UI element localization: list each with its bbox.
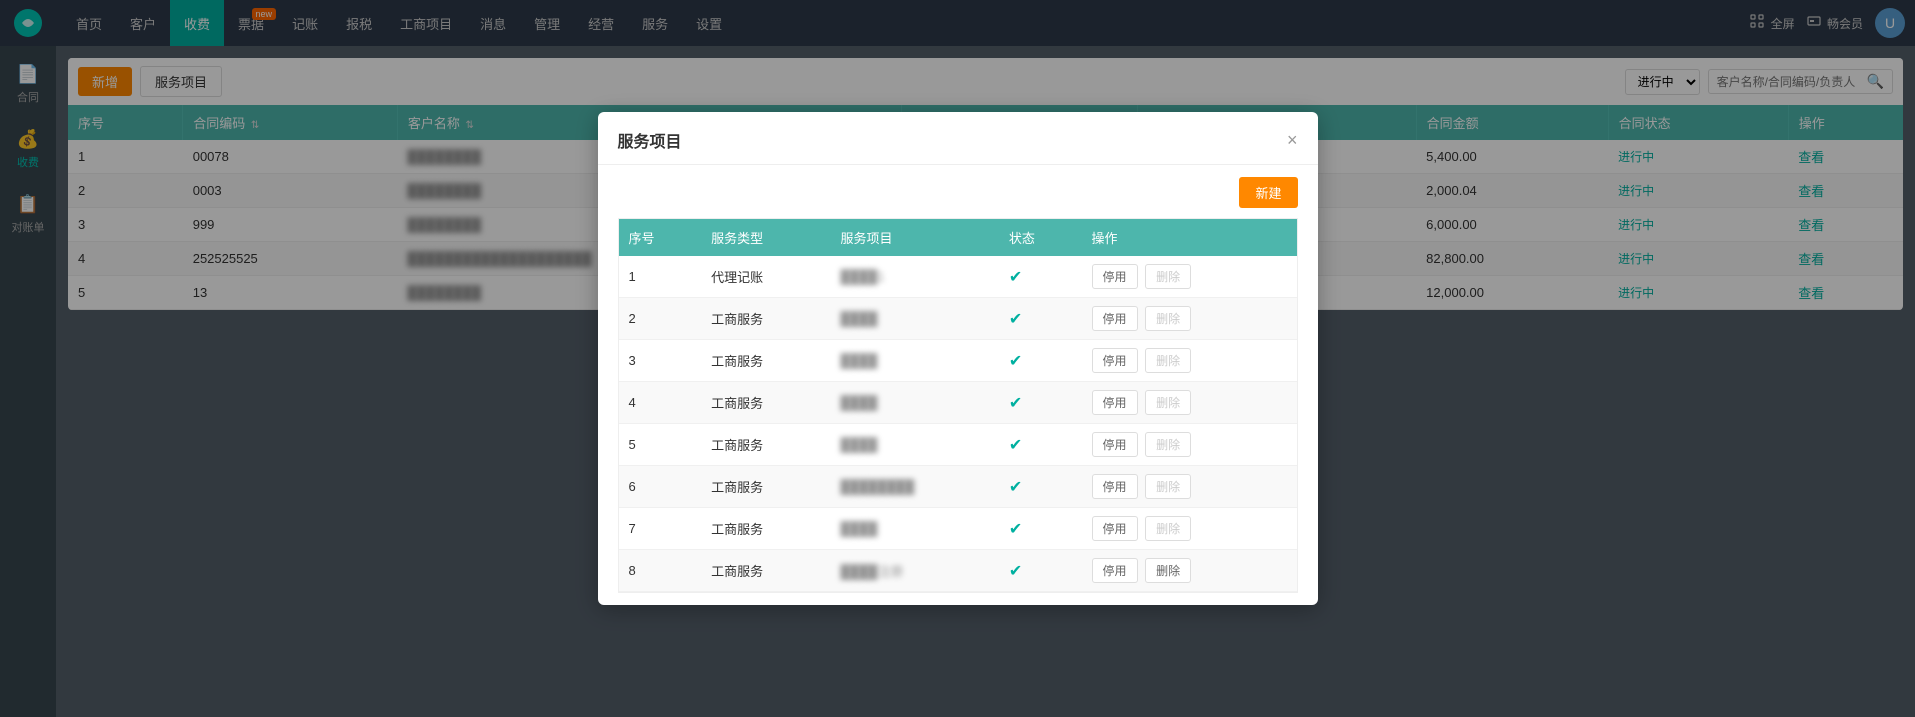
scol-action: 操作 <box>1082 219 1297 256</box>
scell-item: ████注册 <box>831 550 999 592</box>
status-ok-icon: ✔ <box>1009 353 1022 370</box>
scell-seq: 4 <box>619 382 702 424</box>
status-ok-icon: ✔ <box>1009 269 1022 286</box>
scell-item: ████ <box>831 508 999 550</box>
scell-status: ✔ <box>999 466 1082 508</box>
stop-button[interactable]: 停用 <box>1092 348 1138 373</box>
modal-body: 新建 序号 服务类型 服务项目 状态 操作 1 代理记账 <box>598 165 1318 605</box>
service-table-row: 3 工商服务 ████ ✔ 停用 删除 <box>619 340 1297 382</box>
scol-status: 状态 <box>999 219 1082 256</box>
scell-seq: 5 <box>619 424 702 466</box>
modal-toolbar: 新建 <box>618 177 1298 208</box>
stop-button[interactable]: 停用 <box>1092 264 1138 289</box>
service-table: 序号 服务类型 服务项目 状态 操作 1 代理记账 ████1 ✔ 停用 删除 … <box>619 219 1297 592</box>
scell-type: 工商服务 <box>701 508 830 550</box>
scol-seq: 序号 <box>619 219 702 256</box>
modal-overlay[interactable]: 服务项目 × 新建 序号 服务类型 服务项目 状态 操作 <box>0 0 1915 717</box>
scell-seq: 6 <box>619 466 702 508</box>
modal-close-button[interactable]: × <box>1287 131 1298 149</box>
scell-type: 工商服务 <box>701 424 830 466</box>
service-table-row: 4 工商服务 ████ ✔ 停用 删除 <box>619 382 1297 424</box>
delete-button[interactable]: 删除 <box>1145 474 1191 499</box>
scol-item: 服务项目 <box>831 219 999 256</box>
scell-item: ████1 <box>831 256 999 298</box>
service-table-row: 7 工商服务 ████ ✔ 停用 删除 <box>619 508 1297 550</box>
scell-action: 停用 删除 <box>1082 256 1297 298</box>
status-ok-icon: ✔ <box>1009 311 1022 328</box>
scell-status: ✔ <box>999 508 1082 550</box>
stop-button[interactable]: 停用 <box>1092 558 1138 583</box>
scell-action: 停用 删除 <box>1082 424 1297 466</box>
scell-action: 停用 删除 <box>1082 340 1297 382</box>
status-ok-icon: ✔ <box>1009 395 1022 412</box>
scell-item: ████ <box>831 382 999 424</box>
scell-action: 停用 删除 <box>1082 508 1297 550</box>
scell-seq: 1 <box>619 256 702 298</box>
scell-status: ✔ <box>999 382 1082 424</box>
modal-new-button[interactable]: 新建 <box>1239 177 1297 208</box>
status-ok-icon: ✔ <box>1009 563 1022 580</box>
scol-type: 服务类型 <box>701 219 830 256</box>
scell-seq: 7 <box>619 508 702 550</box>
scell-action: 停用 删除 <box>1082 382 1297 424</box>
scell-action: 停用 删除 <box>1082 466 1297 508</box>
modal-header: 服务项目 × <box>598 112 1318 165</box>
scell-item: ████ <box>831 298 999 340</box>
status-ok-icon: ✔ <box>1009 479 1022 496</box>
scell-status: ✔ <box>999 550 1082 592</box>
delete-button[interactable]: 删除 <box>1145 558 1191 583</box>
stop-button[interactable]: 停用 <box>1092 516 1138 541</box>
status-ok-icon: ✔ <box>1009 437 1022 454</box>
stop-button[interactable]: 停用 <box>1092 390 1138 415</box>
service-table-row: 8 工商服务 ████注册 ✔ 停用 删除 <box>619 550 1297 592</box>
scell-type: 工商服务 <box>701 298 830 340</box>
service-table-row: 5 工商服务 ████ ✔ 停用 删除 <box>619 424 1297 466</box>
stop-button[interactable]: 停用 <box>1092 474 1138 499</box>
scell-item: ████ <box>831 340 999 382</box>
stop-button[interactable]: 停用 <box>1092 432 1138 457</box>
service-table-header: 序号 服务类型 服务项目 状态 操作 <box>619 219 1297 256</box>
scell-type: 工商服务 <box>701 550 830 592</box>
scell-status: ✔ <box>999 424 1082 466</box>
service-table-row: 2 工商服务 ████ ✔ 停用 删除 <box>619 298 1297 340</box>
scell-seq: 2 <box>619 298 702 340</box>
delete-button[interactable]: 删除 <box>1145 264 1191 289</box>
scell-type: 工商服务 <box>701 466 830 508</box>
scell-status: ✔ <box>999 298 1082 340</box>
service-table-wrap: 序号 服务类型 服务项目 状态 操作 1 代理记账 ████1 ✔ 停用 删除 … <box>618 218 1298 593</box>
delete-button[interactable]: 删除 <box>1145 516 1191 541</box>
scell-type: 工商服务 <box>701 340 830 382</box>
scell-action: 停用 删除 <box>1082 550 1297 592</box>
status-ok-icon: ✔ <box>1009 521 1022 538</box>
service-item-modal: 服务项目 × 新建 序号 服务类型 服务项目 状态 操作 <box>598 112 1318 605</box>
scell-item: ████████ <box>831 466 999 508</box>
scell-action: 停用 删除 <box>1082 298 1297 340</box>
scell-type: 代理记账 <box>701 256 830 298</box>
scell-item: ████ <box>831 424 999 466</box>
delete-button[interactable]: 删除 <box>1145 390 1191 415</box>
delete-button[interactable]: 删除 <box>1145 306 1191 331</box>
scell-seq: 8 <box>619 550 702 592</box>
service-table-row: 6 工商服务 ████████ ✔ 停用 删除 <box>619 466 1297 508</box>
delete-button[interactable]: 删除 <box>1145 348 1191 373</box>
service-table-row: 1 代理记账 ████1 ✔ 停用 删除 <box>619 256 1297 298</box>
scell-seq: 3 <box>619 340 702 382</box>
delete-button[interactable]: 删除 <box>1145 432 1191 457</box>
scell-status: ✔ <box>999 340 1082 382</box>
scell-status: ✔ <box>999 256 1082 298</box>
scell-type: 工商服务 <box>701 382 830 424</box>
service-table-body: 1 代理记账 ████1 ✔ 停用 删除 2 工商服务 ████ ✔ 停用 删除… <box>619 256 1297 592</box>
stop-button[interactable]: 停用 <box>1092 306 1138 331</box>
modal-title: 服务项目 <box>618 128 682 152</box>
